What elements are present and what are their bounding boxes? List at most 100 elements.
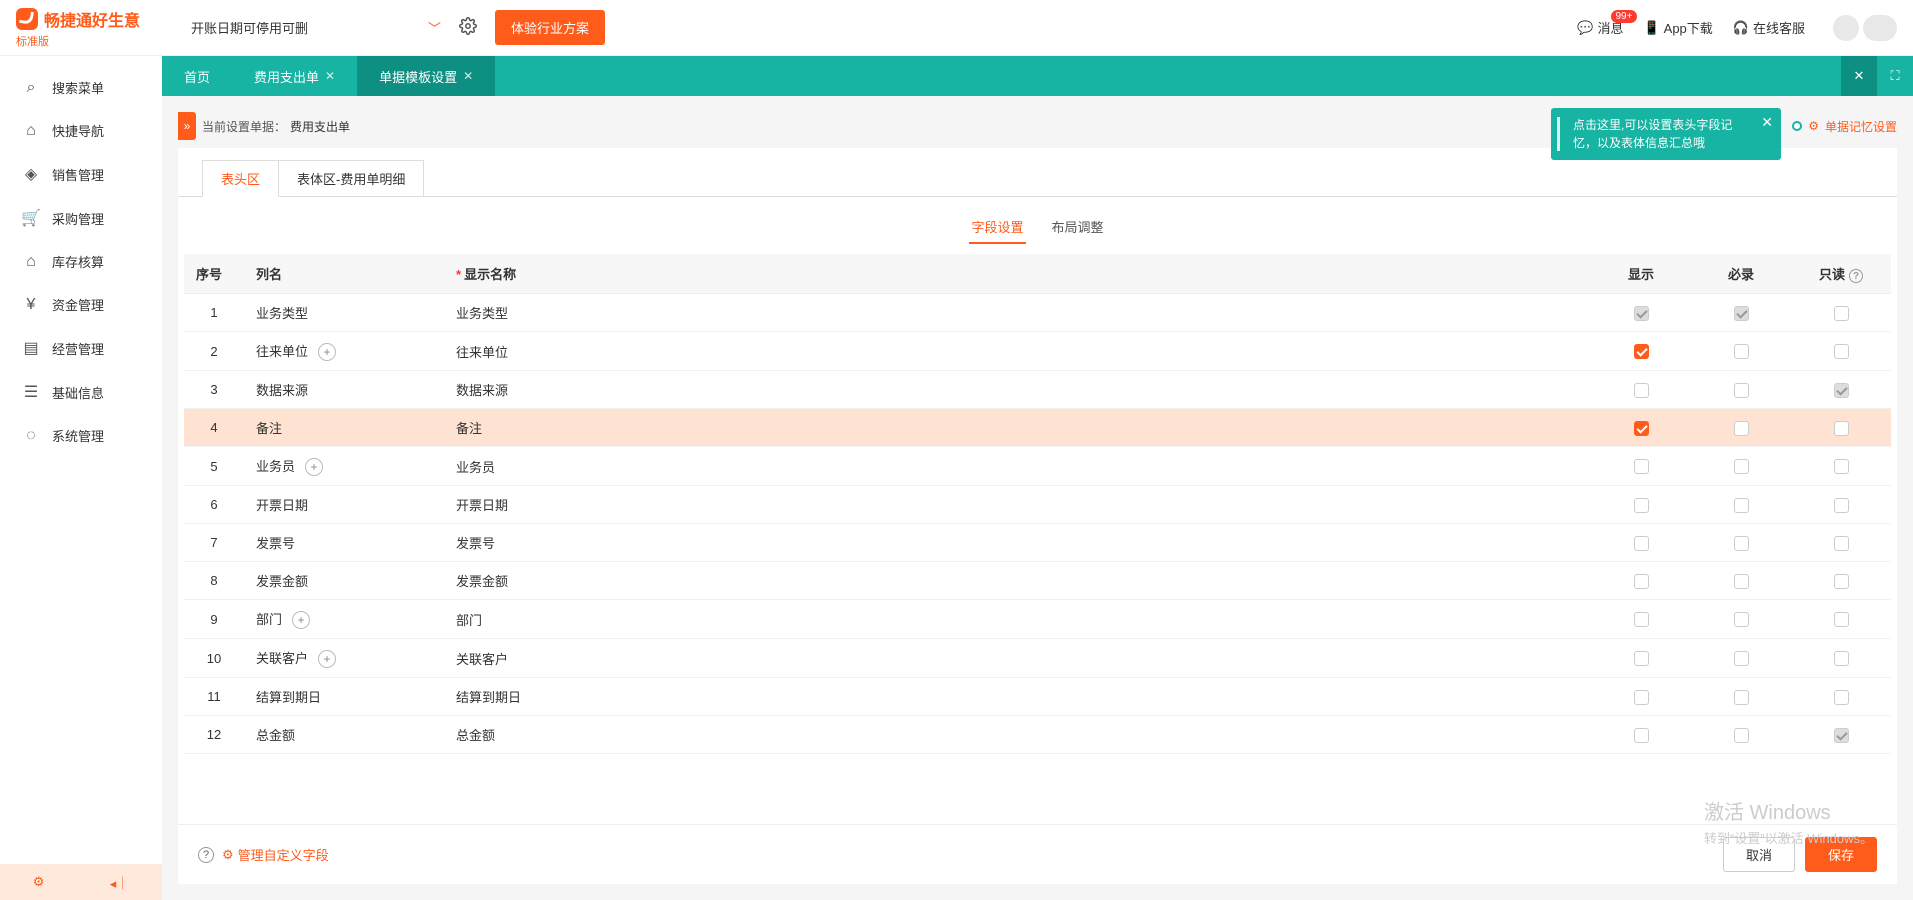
zone-tab[interactable]: 表体区-费用单明细 [278, 160, 424, 197]
save-button[interactable]: 保存 [1805, 837, 1877, 872]
expand-handle[interactable]: » [178, 112, 196, 140]
checkbox[interactable] [1734, 651, 1749, 666]
checkbox[interactable] [1634, 690, 1649, 705]
sidebar-item[interactable]: 🛒采购管理 [0, 196, 162, 240]
add-button[interactable]: + [318, 650, 336, 668]
cell-display[interactable]: 数据来源 [444, 371, 1591, 409]
checkbox[interactable] [1834, 574, 1849, 589]
checkbox[interactable] [1734, 344, 1749, 359]
cta-button[interactable]: 体验行业方案 [495, 10, 605, 45]
checkbox[interactable] [1834, 421, 1849, 436]
app-download-button[interactable]: 📱 App下载 [1643, 18, 1712, 37]
sub-tab[interactable]: 字段设置 [969, 211, 1025, 244]
checkbox[interactable] [1634, 574, 1649, 589]
cell-display[interactable]: 往来单位 [444, 332, 1591, 371]
table-row[interactable]: 2往来单位+往来单位 [184, 332, 1891, 371]
settings-icon[interactable]: ⚙ [33, 874, 45, 890]
sidebar-item[interactable]: ⌂快捷导航 [0, 109, 162, 152]
table-row[interactable]: 3数据来源数据来源 [184, 371, 1891, 409]
table-row[interactable]: 11结算到期日结算到期日 [184, 678, 1891, 716]
close-icon[interactable]: ✕ [463, 69, 473, 83]
cell-display[interactable]: 部门 [444, 600, 1591, 639]
sidebar-item[interactable]: ☰基础信息 [0, 370, 162, 414]
table-row[interactable]: 12总金额总金额 [184, 716, 1891, 754]
cell-display[interactable]: 关联客户 [444, 639, 1591, 678]
table-row[interactable]: 9部门+部门 [184, 600, 1891, 639]
checkbox[interactable] [1634, 383, 1649, 398]
collapse-icon[interactable]: ◂｜ [110, 873, 130, 892]
checkbox[interactable] [1834, 498, 1849, 513]
cell-display[interactable]: 总金额 [444, 716, 1591, 754]
sidebar-item[interactable]: ▤经营管理 [0, 326, 162, 370]
cell-display[interactable]: 备注 [444, 409, 1591, 447]
table-row[interactable]: 8发票金额发票金额 [184, 562, 1891, 600]
checkbox[interactable] [1734, 498, 1749, 513]
messages-button[interactable]: 💬 消息 99+ [1577, 18, 1623, 37]
checkbox[interactable] [1834, 690, 1849, 705]
customer-service-button[interactable]: 🎧 在线客服 [1733, 18, 1805, 37]
add-button[interactable]: + [318, 343, 336, 361]
checkbox[interactable] [1734, 612, 1749, 627]
checkbox[interactable] [1834, 459, 1849, 474]
checkbox[interactable] [1634, 651, 1649, 666]
table-scroll[interactable]: 序号 列名 *显示名称 显示 必录 只读? 1业务类型业务类型2往来单位+往来单… [184, 254, 1891, 824]
checkbox[interactable] [1834, 306, 1849, 321]
checkbox[interactable] [1634, 612, 1649, 627]
cell-display[interactable]: 业务类型 [444, 294, 1591, 332]
sub-tab[interactable]: 布局调整 [1050, 211, 1106, 244]
add-button[interactable]: + [305, 458, 323, 476]
account-select[interactable]: 开账日期可停用可删 ﹀ [191, 18, 441, 37]
cell-required [1691, 371, 1791, 409]
tab[interactable]: 单据模板设置✕ [357, 56, 495, 96]
table-row[interactable]: 7发票号发票号 [184, 524, 1891, 562]
fullscreen-button[interactable]: ⛶ [1877, 56, 1913, 96]
cell-display[interactable]: 开票日期 [444, 486, 1591, 524]
sidebar-item[interactable]: ◌系统管理 [0, 414, 162, 457]
avatar-group[interactable] [1833, 15, 1897, 41]
zone-tab[interactable]: 表头区 [202, 160, 279, 197]
sidebar-item[interactable]: ◈销售管理 [0, 152, 162, 196]
tab[interactable]: 首页 [162, 56, 232, 96]
checkbox [1734, 306, 1749, 321]
cell-display[interactable]: 发票号 [444, 524, 1591, 562]
table-row[interactable]: 6开票日期开票日期 [184, 486, 1891, 524]
cell-display[interactable]: 发票金额 [444, 562, 1591, 600]
checkbox[interactable] [1634, 459, 1649, 474]
cancel-button[interactable]: 取消 [1723, 837, 1795, 872]
close-icon[interactable]: ✕ [1761, 112, 1773, 133]
tab[interactable]: 费用支出单✕ [232, 56, 357, 96]
table-row[interactable]: 4备注备注 [184, 409, 1891, 447]
checkbox[interactable] [1734, 690, 1749, 705]
sidebar-item[interactable]: ⌂库存核算 [0, 240, 162, 283]
checkbox[interactable] [1634, 728, 1649, 743]
checkbox[interactable] [1834, 612, 1849, 627]
table-row[interactable]: 5业务员+业务员 [184, 447, 1891, 486]
checkbox[interactable] [1734, 728, 1749, 743]
memory-settings-link[interactable]: ⚙ 单据记忆设置 [1792, 118, 1897, 135]
checkbox[interactable] [1634, 536, 1649, 551]
checkbox[interactable] [1734, 459, 1749, 474]
checkbox[interactable] [1834, 344, 1849, 359]
table-row[interactable]: 1业务类型业务类型 [184, 294, 1891, 332]
checkbox[interactable] [1834, 651, 1849, 666]
help-icon[interactable]: ? [198, 847, 214, 863]
cell-display[interactable]: 业务员 [444, 447, 1591, 486]
checkbox[interactable] [1634, 421, 1649, 436]
help-icon[interactable]: ? [1849, 269, 1863, 283]
close-icon[interactable]: ✕ [325, 69, 335, 83]
close-all-tabs-button[interactable]: ✕ [1841, 56, 1877, 96]
manage-custom-fields-link[interactable]: ⚙ 管理自定义字段 [222, 845, 329, 864]
table-row[interactable]: 10关联客户+关联客户 [184, 639, 1891, 678]
checkbox[interactable] [1634, 344, 1649, 359]
checkbox[interactable] [1834, 536, 1849, 551]
cell-display[interactable]: 结算到期日 [444, 678, 1591, 716]
checkbox[interactable] [1734, 574, 1749, 589]
checkbox[interactable] [1634, 498, 1649, 513]
checkbox[interactable] [1734, 421, 1749, 436]
add-button[interactable]: + [292, 611, 310, 629]
checkbox[interactable] [1734, 536, 1749, 551]
checkbox[interactable] [1734, 383, 1749, 398]
sidebar-item[interactable]: ⌕搜索菜单 [0, 66, 162, 109]
sidebar-item[interactable]: ¥资金管理 [0, 283, 162, 326]
gear-icon[interactable] [459, 17, 477, 38]
